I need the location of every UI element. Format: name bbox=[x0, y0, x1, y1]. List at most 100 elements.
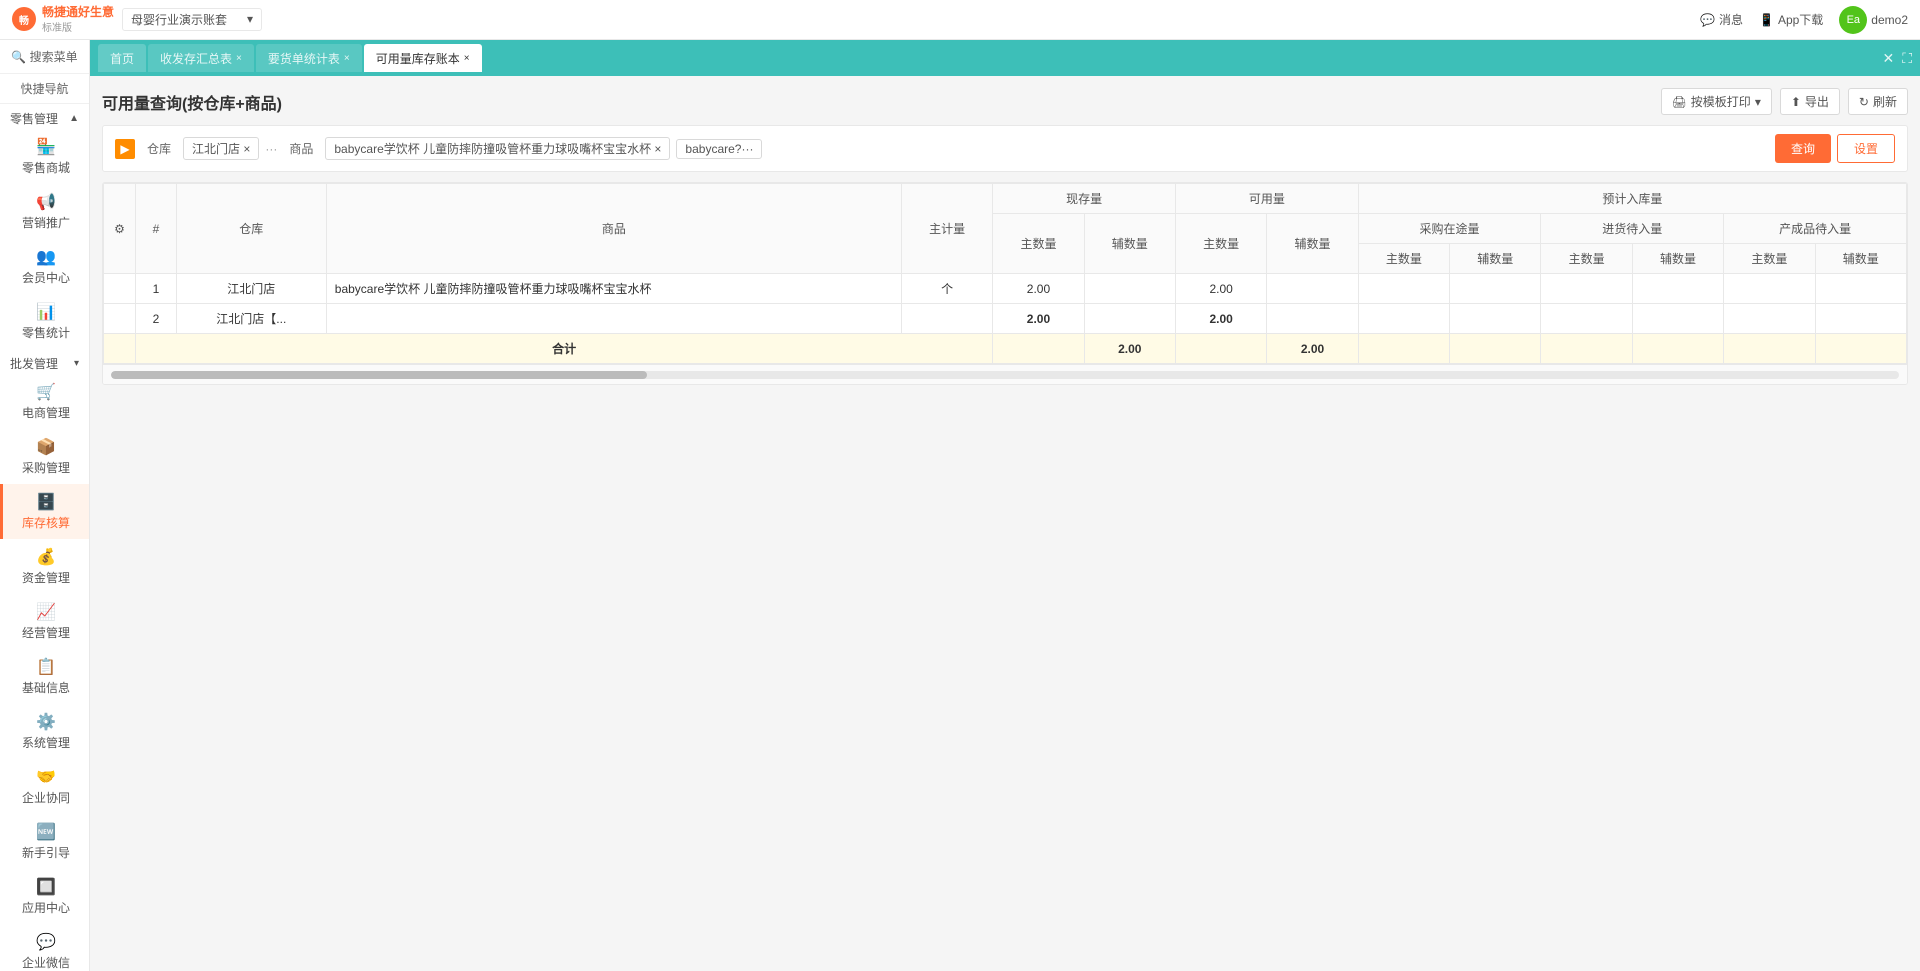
warehouse-tag[interactable]: 江北门店 × bbox=[183, 137, 259, 160]
scrollbar-track[interactable] bbox=[111, 371, 1899, 379]
cell-production-aux-1 bbox=[1815, 274, 1907, 304]
tenant-selector[interactable]: 母婴行业演示账套 ▾ bbox=[122, 8, 262, 31]
page-actions: 🖨 按模板打印 ▾ ⬆ 导出 ↻ 刷新 bbox=[1661, 88, 1908, 115]
sidebar-item-purchase-mgmt[interactable]: 📦 采购管理 bbox=[0, 429, 89, 484]
sidebar-item-wholesale-mgmt[interactable]: 批发管理 ▾ bbox=[0, 349, 89, 374]
avatar: Ea bbox=[1839, 6, 1867, 34]
sidebar-quick-nav[interactable]: 快捷导航 bbox=[0, 74, 89, 104]
filter-toggle-btn[interactable]: ▶ bbox=[115, 139, 135, 159]
tab-receipt-summary[interactable]: 收发存汇总表 × bbox=[148, 44, 254, 72]
product-tag2[interactable]: babycare?··· bbox=[676, 139, 762, 159]
export-btn[interactable]: ⬆ 导出 bbox=[1780, 88, 1840, 115]
logo-area: 畅 畅捷通好生意 标准版 bbox=[12, 5, 114, 34]
system-icon: ⚙️ bbox=[36, 712, 56, 732]
sidebar-search[interactable]: 🔍 搜索菜单 bbox=[0, 40, 89, 74]
th-product: 商品 bbox=[326, 184, 901, 274]
th-incoming-main: 主数量 bbox=[1541, 244, 1632, 274]
logo-sub: 标准版 bbox=[42, 19, 114, 34]
sidebar-item-inventory-mgmt[interactable]: 🗄️ 库存核算 bbox=[0, 484, 89, 539]
cell-avail-main-2: 2.00 bbox=[1175, 304, 1266, 334]
sidebar-item-member-center[interactable]: 👥 会员中心 bbox=[0, 239, 89, 294]
th-gear: ⚙ bbox=[104, 184, 136, 274]
chevron-icon: ▾ bbox=[74, 358, 79, 369]
guide-icon: 🆕 bbox=[36, 822, 56, 842]
warehouse-tags: 江北门店 × ··· bbox=[183, 137, 277, 160]
tab-available-ledger[interactable]: 可用量库存账本 × bbox=[364, 44, 482, 72]
tab-close-receipt[interactable]: × bbox=[236, 53, 242, 64]
page-header: 可用量查询(按仓库+商品) 🖨 按模板打印 ▾ ⬆ 导出 ↻ 刷新 bbox=[102, 88, 1908, 115]
th-warehouse: 仓库 bbox=[176, 184, 326, 274]
tab-home[interactable]: 首页 bbox=[98, 44, 146, 72]
cell-unit-1: 个 bbox=[901, 274, 992, 304]
total-stock-aux bbox=[1175, 334, 1266, 364]
refresh-icon: ↻ bbox=[1859, 95, 1869, 109]
table-footer bbox=[103, 364, 1907, 384]
member-icon: 👥 bbox=[36, 247, 56, 267]
stats-icon: 📊 bbox=[36, 302, 56, 322]
cell-production-aux-2 bbox=[1815, 304, 1907, 334]
sidebar-item-enterprise-coop[interactable]: 🤝 企业协同 bbox=[0, 759, 89, 814]
print-btn[interactable]: 🖨 按模板打印 ▾ bbox=[1661, 88, 1772, 115]
chevron-down-icon: ▾ bbox=[247, 12, 253, 26]
wechat-icon: 💬 bbox=[36, 932, 56, 952]
tab-close-order[interactable]: × bbox=[344, 53, 350, 64]
chevron-down-icon: ▾ bbox=[1755, 95, 1761, 109]
sidebar-item-app-center[interactable]: 🔲 应用中心 bbox=[0, 869, 89, 924]
logo-icon: 畅 bbox=[12, 7, 36, 31]
message-btn[interactable]: 💬 消息 bbox=[1700, 11, 1743, 28]
purchase-icon: 📦 bbox=[36, 437, 56, 457]
gear-icon[interactable]: ⚙ bbox=[114, 222, 125, 236]
total-purchase-aux bbox=[1541, 334, 1632, 364]
chevron-icon: ▲ bbox=[69, 113, 79, 124]
coop-icon: 🤝 bbox=[36, 767, 56, 787]
cell-gear bbox=[104, 274, 136, 304]
expand-icon[interactable]: ⛶ bbox=[1902, 50, 1912, 67]
sidebar-item-system-mgmt[interactable]: ⚙️ 系统管理 bbox=[0, 704, 89, 759]
warehouse-dots[interactable]: ··· bbox=[265, 142, 277, 156]
user-area[interactable]: Ea demo2 bbox=[1839, 6, 1908, 34]
app-download-btn[interactable]: 📱 App下载 bbox=[1759, 11, 1823, 28]
sidebar-item-ecom-mgmt[interactable]: 🛒 电商管理 bbox=[0, 374, 89, 429]
sidebar-item-retail-mall[interactable]: 🏪 零售商城 bbox=[0, 129, 89, 184]
refresh-btn[interactable]: ↻ 刷新 bbox=[1848, 88, 1908, 115]
cell-incoming-aux-2 bbox=[1632, 304, 1723, 334]
cell-purchase-aux-1 bbox=[1450, 274, 1541, 304]
cell-warehouse-2: 江北门店【... bbox=[176, 304, 326, 334]
th-avail-aux: 辅数量 bbox=[1267, 214, 1358, 274]
sidebar-item-finance-mgmt[interactable]: 💰 资金管理 bbox=[0, 539, 89, 594]
close-tab-icon[interactable]: ✕ bbox=[1882, 50, 1894, 67]
sidebar-item-retail-mgmt[interactable]: 零售管理 ▲ bbox=[0, 104, 89, 129]
filter-actions: 查询 设置 bbox=[1775, 134, 1895, 163]
th-planned-in: 预计入库量 bbox=[1358, 184, 1906, 214]
setting-button[interactable]: 设置 bbox=[1837, 134, 1895, 163]
tab-order-stats[interactable]: 要货单统计表 × bbox=[256, 44, 362, 72]
total-incoming-aux bbox=[1724, 334, 1815, 364]
top-bar: 畅 畅捷通好生意 标准版 母婴行业演示账套 ▾ 💬 消息 📱 App下载 Ea … bbox=[0, 0, 1920, 40]
sidebar-item-marketing[interactable]: 📢 营销推广 bbox=[0, 184, 89, 239]
sidebar-item-basic-info[interactable]: 📋 基础信息 bbox=[0, 649, 89, 704]
th-production-pending: 产成品待入量 bbox=[1724, 214, 1907, 244]
cell-stock-main-2: 2.00 bbox=[993, 304, 1084, 334]
sidebar-item-ops-mgmt[interactable]: 📈 经营管理 bbox=[0, 594, 89, 649]
sidebar: 🔍 搜索菜单 快捷导航 零售管理 ▲ 🏪 零售商城 📢 营销推广 👥 会员中心 … bbox=[0, 0, 90, 971]
export-icon: ⬆ bbox=[1791, 95, 1801, 109]
sidebar-item-retail-stats[interactable]: 📊 零售统计 bbox=[0, 294, 89, 349]
total-row: 合计 2.00 2.00 bbox=[104, 334, 1907, 364]
content-area: 可用量查询(按仓库+商品) 🖨 按模板打印 ▾ ⬆ 导出 ↻ 刷新 ▶ bbox=[90, 76, 1920, 971]
main-wrapper: 首页 收发存汇总表 × 要货单统计表 × 可用量库存账本 × ✕ ⛶ 可用量查询… bbox=[90, 40, 1920, 971]
th-production-aux: 辅数量 bbox=[1815, 244, 1907, 274]
tab-close-available[interactable]: × bbox=[464, 53, 470, 64]
cell-avail-aux-1 bbox=[1267, 274, 1358, 304]
app-icon: 📱 bbox=[1759, 13, 1774, 27]
message-icon: 💬 bbox=[1700, 13, 1715, 27]
total-unit bbox=[993, 334, 1084, 364]
query-button[interactable]: 查询 bbox=[1775, 134, 1831, 163]
sidebar-item-enterprise-wechat[interactable]: 💬 企业微信 bbox=[0, 924, 89, 971]
product-tag1[interactable]: babycare学饮杯 儿童防摔防撞吸管杯重力球吸嘴杯宝宝水杯 × bbox=[325, 137, 670, 160]
th-available: 可用量 bbox=[1175, 184, 1358, 214]
sidebar-item-new-guide[interactable]: 🆕 新手引导 bbox=[0, 814, 89, 869]
total-purchase-main bbox=[1450, 334, 1541, 364]
total-gear bbox=[104, 334, 136, 364]
ecom-icon: 🛒 bbox=[36, 382, 56, 402]
cell-purchase-main-2 bbox=[1358, 304, 1449, 334]
